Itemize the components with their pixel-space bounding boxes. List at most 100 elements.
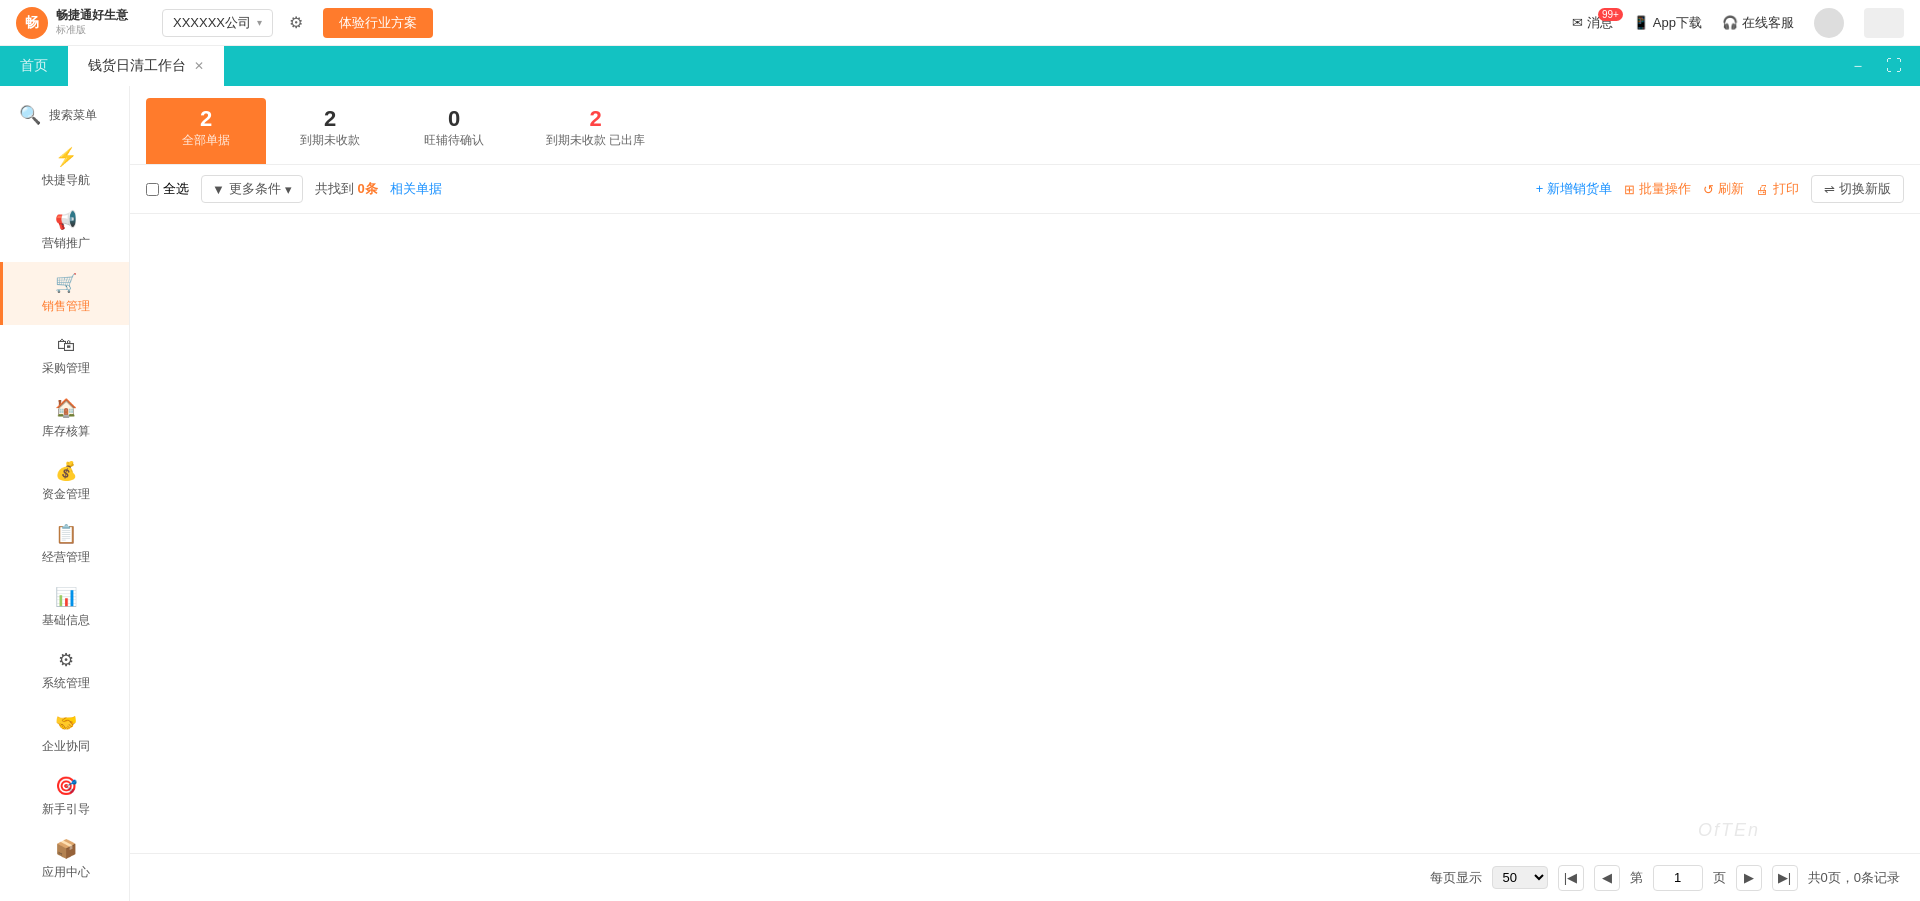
sidebar-item-search[interactable]: 🔍 搜索菜单	[0, 94, 129, 136]
stat-tab-all[interactable]: 2 全部单据	[146, 98, 266, 164]
sales-icon: 🛒	[55, 272, 77, 294]
refresh-button[interactable]: ↺ 刷新	[1703, 180, 1744, 198]
experience-button[interactable]: 体验行业方案	[323, 8, 433, 38]
system-icon: ⚙	[58, 649, 74, 671]
table-area	[130, 214, 1920, 853]
next-page-button[interactable]: ▶	[1736, 865, 1762, 891]
page-input[interactable]	[1653, 865, 1703, 891]
operations-icon: 📋	[55, 523, 77, 545]
sidebar-item-sales[interactable]: 🛒 销售管理	[0, 262, 129, 325]
chevron-down-icon: ▾	[257, 17, 262, 28]
logo-text: 畅捷通好生意 标准版	[56, 8, 128, 36]
company-selector[interactable]: XXXXXX公司 ▾	[162, 9, 273, 37]
select-all-label: 全选	[163, 180, 189, 198]
sidebar-marketing-label: 营销推广	[42, 235, 90, 252]
refresh-icon: ↺	[1703, 182, 1714, 197]
sidebar-sales-label: 销售管理	[42, 298, 90, 315]
sidebar-basicinfo-label: 基础信息	[42, 612, 90, 629]
sidebar: 🔍 搜索菜单 ⚡ 快捷导航 📢 营销推广 🛒 销售管理 🛍 采购管理 🏠 库存核…	[0, 86, 130, 901]
filter-chevron-icon: ▾	[285, 182, 292, 197]
toolbar: 全选 ▼ 更多条件 ▾ 共找到 0条 相关单据 + 新增销货单 ⊞ 批量操作 ↺	[130, 165, 1920, 214]
sidebar-item-quicknav[interactable]: ⚡ 快捷导航	[0, 136, 129, 199]
add-order-button[interactable]: + 新增销货单	[1536, 180, 1612, 198]
stat-tab-overdue[interactable]: 2 到期未收款	[270, 98, 390, 164]
stat-all-label: 全部单据	[182, 132, 230, 149]
tab-home[interactable]: 首页	[0, 46, 68, 86]
sidebar-item-inventory[interactable]: 🏠 库存核算	[0, 387, 129, 450]
sidebar-item-purchase[interactable]: 🛍 采购管理	[0, 325, 129, 387]
header-right: ✉ 消息 99+ 📱 App下载 🎧 在线客服	[1572, 8, 1904, 38]
sidebar-item-operations[interactable]: 📋 经营管理	[0, 513, 129, 576]
stat-shipped-label: 到期未收款 已出库	[546, 132, 645, 149]
stat-wangfu-label: 旺辅待确认	[424, 132, 484, 149]
avatar[interactable]	[1814, 8, 1844, 38]
quicknav-icon: ⚡	[55, 146, 77, 168]
stat-tab-wangfu[interactable]: 0 旺辅待确认	[394, 98, 514, 164]
tab-workbench-label: 钱货日清工作台	[88, 57, 186, 75]
last-page-button[interactable]: ▶|	[1772, 865, 1798, 891]
stat-shipped-count: 2	[590, 106, 602, 132]
select-all-checkbox[interactable]: 全选	[146, 180, 189, 198]
sidebar-enterprise-label: 企业协同	[42, 738, 90, 755]
stats-tabs: 2 全部单据 2 到期未收款 0 旺辅待确认 2 到期未收款 已出库	[130, 86, 1920, 165]
per-page-select[interactable]: 50 100 200	[1492, 866, 1548, 889]
switch-label: 切换新版	[1839, 180, 1891, 198]
sidebar-item-guide[interactable]: 🎯 新手引导	[0, 765, 129, 828]
tab-workbench[interactable]: 钱货日清工作台 ✕	[68, 46, 224, 86]
main-layout: 🔍 搜索菜单 ⚡ 快捷导航 📢 营销推广 🛒 销售管理 🛍 采购管理 🏠 库存核…	[0, 86, 1920, 901]
sidebar-finance-label: 资金管理	[42, 486, 90, 503]
sidebar-item-system[interactable]: ⚙ 系统管理	[0, 639, 129, 702]
app-download-label: App下载	[1653, 14, 1702, 32]
more-filters-button[interactable]: ▼ 更多条件 ▾	[201, 175, 303, 203]
first-page-button[interactable]: |◀	[1558, 865, 1584, 891]
messages-badge: 99+	[1598, 8, 1623, 21]
sidebar-quicknav-label: 快捷导航	[42, 172, 90, 189]
print-icon: 🖨	[1756, 182, 1769, 197]
finance-icon: 💰	[55, 460, 77, 482]
tab-close-icon[interactable]: ✕	[194, 59, 204, 73]
logo-area: 畅 畅捷通好生意 标准版	[16, 7, 146, 39]
select-all-input[interactable]	[146, 183, 159, 196]
sidebar-item-appstore[interactable]: 📦 应用中心	[0, 828, 129, 891]
switch-icon: ⇌	[1824, 182, 1835, 197]
batch-icon: ⊞	[1624, 182, 1635, 197]
online-service-label: 在线客服	[1742, 14, 1794, 32]
tab-minimize-button[interactable]: －	[1844, 52, 1872, 80]
messages-button[interactable]: ✉ 消息 99+	[1572, 14, 1613, 32]
sidebar-item-basicinfo[interactable]: 📊 基础信息	[0, 576, 129, 639]
sidebar-system-label: 系统管理	[42, 675, 90, 692]
batch-operation-button[interactable]: ⊞ 批量操作	[1624, 180, 1691, 198]
toolbar-right: + 新增销货单 ⊞ 批量操作 ↺ 刷新 🖨 打印 ⇌ 切换新版	[1536, 175, 1904, 203]
service-icon: 🎧	[1722, 15, 1738, 30]
sidebar-appstore-label: 应用中心	[42, 864, 90, 881]
sidebar-item-marketing[interactable]: 📢 营销推广	[0, 199, 129, 262]
user-name-area	[1864, 8, 1904, 38]
sidebar-item-finance[interactable]: 💰 资金管理	[0, 450, 129, 513]
found-text: 共找到 0条	[315, 180, 378, 198]
tab-maximize-button[interactable]: ⛶	[1880, 52, 1908, 80]
print-button[interactable]: 🖨 打印	[1756, 180, 1799, 198]
sidebar-item-enterprise[interactable]: 🤝 企业协同	[0, 702, 129, 765]
page-label: 第	[1630, 869, 1643, 887]
message-icon: ✉	[1572, 15, 1583, 30]
related-orders-link[interactable]: 相关单据	[390, 180, 442, 198]
page-label-end: 页	[1713, 869, 1726, 887]
sidebar-item-wechat[interactable]: 💬 企业微信	[0, 891, 129, 901]
download-icon: 📱	[1633, 15, 1649, 30]
search-icon: 🔍	[19, 104, 41, 126]
stat-tab-shipped[interactable]: 2 到期未收款 已出库	[518, 98, 673, 164]
stat-overdue-label: 到期未收款	[300, 132, 360, 149]
prev-page-button[interactable]: ◀	[1594, 865, 1620, 891]
purchase-icon: 🛍	[57, 335, 75, 356]
batch-label: 批量操作	[1639, 180, 1691, 198]
marketing-icon: 📢	[55, 209, 77, 231]
app-download-button[interactable]: 📱 App下载	[1633, 14, 1702, 32]
top-header: 畅 畅捷通好生意 标准版 XXXXXX公司 ▾ ⚙ 体验行业方案 ✉ 消息 99…	[0, 0, 1920, 46]
sidebar-guide-label: 新手引导	[42, 801, 90, 818]
content-area: 2 全部单据 2 到期未收款 0 旺辅待确认 2 到期未收款 已出库 全选	[130, 86, 1920, 901]
pagination: 每页显示 50 100 200 |◀ ◀ 第 页 ▶ ▶| 共0页，0条记录	[130, 853, 1920, 901]
online-service-button[interactable]: 🎧 在线客服	[1722, 14, 1794, 32]
switch-version-button[interactable]: ⇌ 切换新版	[1811, 175, 1904, 203]
settings-button[interactable]: ⚙	[281, 8, 311, 38]
inventory-icon: 🏠	[55, 397, 77, 419]
